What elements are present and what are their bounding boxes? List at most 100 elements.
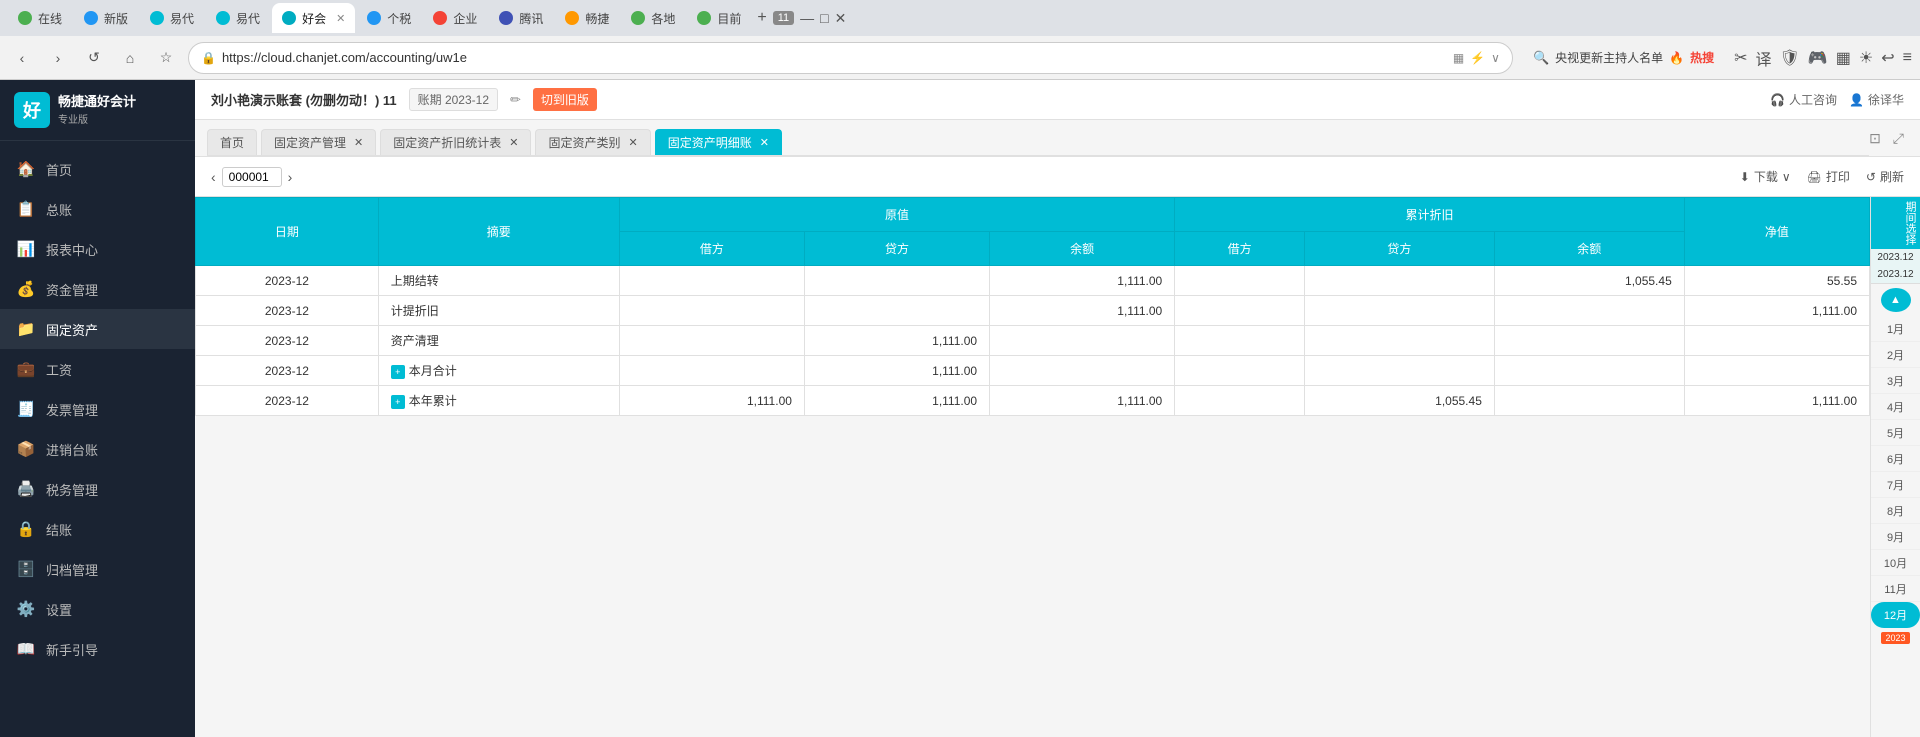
sidebar-item-ledger[interactable]: 📋 总账: [0, 189, 195, 229]
browser-tab-2[interactable]: 新版: [74, 3, 138, 33]
month-10[interactable]: 10月: [1871, 550, 1920, 576]
tab-close-asset-cat[interactable]: ✕: [629, 136, 638, 149]
row4-dep-debit: [1175, 356, 1305, 386]
top-bar: 刘小艳演示账套 (勿删勿动！) 11 账期 2023-12 ✏ 切到旧版 🎧 人…: [195, 80, 1920, 120]
th-orig-debit: 借方: [619, 232, 804, 266]
window-maximize[interactable]: □: [820, 10, 828, 26]
tab-asset-detail[interactable]: 固定资产明细账 ✕: [655, 129, 782, 155]
month-2[interactable]: 2月: [1871, 342, 1920, 368]
sidebar-item-home[interactable]: 🏠 首页: [0, 149, 195, 189]
reports-icon: 📊: [16, 239, 36, 259]
shield-tool[interactable]: 🛡: [1780, 48, 1800, 68]
browser-tab-6[interactable]: 个税: [357, 3, 421, 33]
month-4[interactable]: 4月: [1871, 394, 1920, 420]
sidebar-item-archive[interactable]: 🗄️ 归档管理: [0, 549, 195, 589]
sidebar-item-reports[interactable]: 📊 报表中心: [0, 229, 195, 269]
tab-close-asset-detail[interactable]: ✕: [760, 136, 769, 149]
month-3[interactable]: 3月: [1871, 368, 1920, 394]
browser-tab-3[interactable]: 易代: [140, 3, 204, 33]
month-7[interactable]: 7月: [1871, 472, 1920, 498]
prev-page-button[interactable]: ‹: [211, 169, 216, 185]
sidebar-item-funds[interactable]: 💰 资金管理: [0, 269, 195, 309]
payroll-icon: 💼: [16, 359, 36, 379]
navigation-bar: ‹ › ↺ ⌂ ☆ 🔒 https://cloud.chanjet.com/ac…: [0, 36, 1920, 80]
browser-tab-1[interactable]: 在线: [8, 3, 72, 33]
back-button[interactable]: ‹: [8, 44, 36, 72]
invoice-icon: 🧾: [16, 399, 36, 419]
undo-tool[interactable]: ↩: [1881, 48, 1894, 68]
reload-button[interactable]: ↺: [80, 44, 108, 72]
month-5[interactable]: 5月: [1871, 420, 1920, 446]
sun-tool[interactable]: ☀: [1859, 48, 1873, 68]
browser-tab-5[interactable]: 好会 ✕: [272, 3, 355, 33]
translate-tool[interactable]: 译: [1756, 46, 1772, 70]
hot-search-label: 热搜: [1690, 49, 1714, 66]
download-button[interactable]: ⬇ 下载 ∨: [1740, 168, 1791, 185]
th-accumulated-dep: 累计折旧: [1175, 198, 1685, 232]
dropdown-icon[interactable]: ∨: [1491, 51, 1500, 65]
address-bar[interactable]: 🔒 https://cloud.chanjet.com/accounting/u…: [188, 42, 1513, 74]
sidebar-item-fixed-assets[interactable]: 📁 固定资产: [0, 309, 195, 349]
tab-close-5[interactable]: ✕: [336, 12, 345, 25]
month-8[interactable]: 8月: [1871, 498, 1920, 524]
refresh-icon: ↺: [1866, 170, 1876, 184]
tab-close-fa-mgmt[interactable]: ✕: [354, 136, 363, 149]
tab-fixed-assets-mgmt[interactable]: 固定资产管理 ✕: [261, 129, 376, 155]
forward-button[interactable]: ›: [44, 44, 72, 72]
browser-tab-4[interactable]: 易代: [206, 3, 270, 33]
browser-tab-8[interactable]: 腾讯: [489, 3, 553, 33]
next-page-button[interactable]: ›: [288, 169, 293, 185]
browser-tab-9[interactable]: 畅捷: [555, 3, 619, 33]
bookmark-button[interactable]: ☆: [152, 44, 180, 72]
browser-tab-10[interactable]: 各地: [621, 3, 685, 33]
sidebar-item-tax[interactable]: 🖨️ 税务管理: [0, 469, 195, 509]
expand-icon[interactable]: ⤢: [1893, 130, 1904, 147]
row5-dep-balance: [1494, 386, 1684, 416]
headset-icon: 🎧: [1770, 93, 1785, 107]
tab-close-dep-stats[interactable]: ✕: [509, 136, 518, 149]
window-minimize[interactable]: —: [800, 10, 814, 26]
month-11[interactable]: 11月: [1871, 576, 1920, 602]
th-orig-balance: 余额: [990, 232, 1175, 266]
month-1[interactable]: 1月: [1871, 316, 1920, 342]
qr-icon[interactable]: ▦: [1453, 51, 1464, 65]
lightning-icon[interactable]: ⚡: [1470, 51, 1485, 65]
month-12[interactable]: 12月: [1871, 602, 1920, 628]
refresh-button[interactable]: ↺ 刷新: [1866, 168, 1904, 185]
tab-depreciation-stats[interactable]: 固定资产折旧统计表 ✕: [380, 129, 531, 155]
game-tool[interactable]: 🎮: [1808, 48, 1828, 68]
page-input[interactable]: [222, 167, 282, 187]
scissors-tool[interactable]: ✂: [1734, 48, 1747, 68]
new-tab-button[interactable]: +: [757, 9, 766, 27]
year-badge: 2023: [1881, 632, 1909, 644]
sidebar-item-guide[interactable]: 📖 新手引导: [0, 629, 195, 669]
row1-summary: 上期结转: [378, 266, 619, 296]
sidebar-item-settings[interactable]: ⚙️ 设置: [0, 589, 195, 629]
service-button[interactable]: 🎧 人工咨询: [1770, 91, 1837, 108]
grid-tool[interactable]: ▦: [1836, 48, 1851, 68]
period-selector-label: 期间选择: [1871, 197, 1920, 249]
menu-tool[interactable]: ≡: [1903, 49, 1912, 67]
edit-icon[interactable]: ✏: [510, 92, 521, 108]
tab-asset-category[interactable]: 固定资产类别 ✕: [535, 129, 650, 155]
window-close[interactable]: ✕: [835, 10, 847, 27]
sidebar-item-stock[interactable]: 📦 进销台账: [0, 429, 195, 469]
user-button[interactable]: 👤 徐译华: [1849, 91, 1904, 108]
sidebar-item-close[interactable]: 🔒 结账: [0, 509, 195, 549]
tab-favicon-1: [18, 11, 32, 25]
sidebar-item-invoice[interactable]: 🧾 发票管理: [0, 389, 195, 429]
table-row: 2023-12 +本月合计 1,111.00: [196, 356, 1870, 386]
row5-orig-balance: 1,111.00: [990, 386, 1175, 416]
month-6[interactable]: 6月: [1871, 446, 1920, 472]
period-scroll-up[interactable]: ▲: [1881, 288, 1911, 312]
browser-tab-11[interactable]: 目前: [687, 3, 751, 33]
month-9[interactable]: 9月: [1871, 524, 1920, 550]
home-button[interactable]: ⌂: [116, 44, 144, 72]
collapse-icon[interactable]: ⊡: [1869, 130, 1881, 147]
browser-tab-7[interactable]: 企业: [423, 3, 487, 33]
print-button[interactable]: 🖨 打印: [1807, 168, 1850, 185]
tab-home[interactable]: 首页: [207, 129, 257, 155]
version-switch-button[interactable]: 切到旧版: [533, 88, 597, 111]
sidebar-item-payroll[interactable]: 💼 工资: [0, 349, 195, 389]
tab-favicon-5: [282, 11, 296, 25]
